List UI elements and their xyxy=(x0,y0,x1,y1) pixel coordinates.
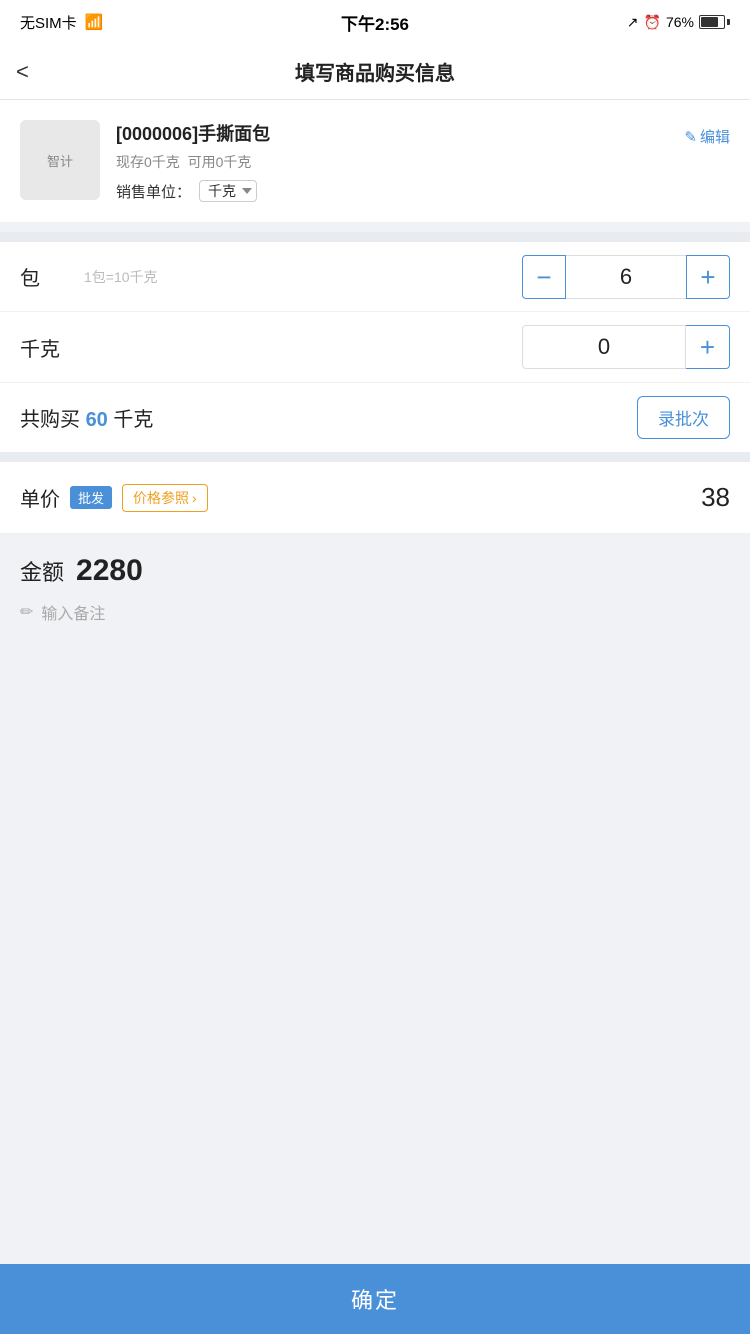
price-label: 单价 xyxy=(20,483,60,512)
kg-plus-button[interactable]: + xyxy=(686,325,730,369)
package-hint: 1包=10千克 xyxy=(84,267,522,287)
product-unit-row: 销售单位： 千克 xyxy=(116,180,730,202)
note-row[interactable]: ✏ 输入备注 xyxy=(20,600,730,624)
package-label: 包 xyxy=(20,262,80,291)
kg-row: 千克 + xyxy=(0,312,750,382)
package-qty-input[interactable] xyxy=(566,255,686,299)
status-right: ↗ ⏰ 76% xyxy=(627,14,730,31)
package-qty-control: − + xyxy=(522,255,730,299)
location-icon: ↗ xyxy=(627,14,639,31)
battery-icon xyxy=(699,15,730,29)
amount-value: 2280 xyxy=(76,554,143,588)
battery-percent: 76% xyxy=(666,14,694,30)
edit-label: 编辑 xyxy=(700,126,730,147)
separator-1 xyxy=(0,232,750,242)
price-ref-arrow: › xyxy=(192,490,197,506)
batch-button[interactable]: 录批次 xyxy=(637,396,730,439)
unit-label: 销售单位： xyxy=(116,181,191,202)
separator-2 xyxy=(0,452,750,462)
package-minus-button[interactable]: − xyxy=(522,255,566,299)
total-text: 共购买 60 千克 xyxy=(20,403,627,432)
edit-button[interactable]: ✎ 编辑 xyxy=(684,126,730,147)
price-value: 38 xyxy=(701,482,730,513)
wifi-icon: 📶 xyxy=(85,13,104,31)
product-info: [0000006]手撕面包 现存0千克 可用0千克 销售单位： 千克 xyxy=(116,120,730,202)
package-row: 包 1包=10千克 − + xyxy=(0,242,750,312)
amount-label: 金额 xyxy=(20,555,64,587)
status-bar: 无SIM卡 📶 下午2:56 ↗ ⏰ 76% xyxy=(0,0,750,44)
page-title: 填写商品购买信息 xyxy=(295,57,455,86)
amount-row: 金额 2280 xyxy=(20,554,730,588)
input-section: 包 1包=10千克 − + 千克 + xyxy=(0,242,750,382)
edit-icon: ✎ xyxy=(684,128,697,146)
nav-bar: < 填写商品购买信息 xyxy=(0,44,750,100)
product-thumbnail: 智计 xyxy=(20,120,100,200)
total-row: 共购买 60 千克 录批次 xyxy=(0,382,750,452)
back-button[interactable]: < xyxy=(16,59,29,85)
status-time: 下午2:56 xyxy=(341,10,409,35)
status-left: 无SIM卡 📶 xyxy=(20,12,103,33)
carrier-label: 无SIM卡 xyxy=(20,12,77,33)
product-name: [0000006]手撕面包 xyxy=(116,120,730,146)
price-ref-button[interactable]: 价格参照 › xyxy=(122,484,208,512)
price-ref-label: 价格参照 xyxy=(133,488,189,508)
total-amount: 60 xyxy=(86,409,108,431)
package-plus-button[interactable]: + xyxy=(686,255,730,299)
confirm-button[interactable]: 确定 xyxy=(0,1264,750,1334)
product-stock: 现存0千克 可用0千克 xyxy=(116,152,730,172)
kg-input[interactable] xyxy=(522,325,686,369)
alarm-icon: ⏰ xyxy=(644,14,661,31)
note-icon: ✏ xyxy=(20,602,33,622)
kg-label: 千克 xyxy=(20,333,522,362)
price-type-tag: 批发 xyxy=(70,486,112,509)
note-placeholder: 输入备注 xyxy=(41,600,105,624)
product-card: 智计 [0000006]手撕面包 现存0千克 可用0千克 销售单位： 千克 ✎ … xyxy=(0,100,750,222)
price-row: 单价 批发 价格参照 › 38 xyxy=(20,482,730,513)
unit-select[interactable]: 千克 xyxy=(199,180,257,202)
product-logo: 智计 xyxy=(47,151,73,170)
kg-control: + xyxy=(522,325,730,369)
empty-area xyxy=(0,634,750,954)
price-section: 单价 批发 价格参照 › 38 xyxy=(0,462,750,534)
amount-section: 金额 2280 ✏ 输入备注 xyxy=(0,534,750,634)
